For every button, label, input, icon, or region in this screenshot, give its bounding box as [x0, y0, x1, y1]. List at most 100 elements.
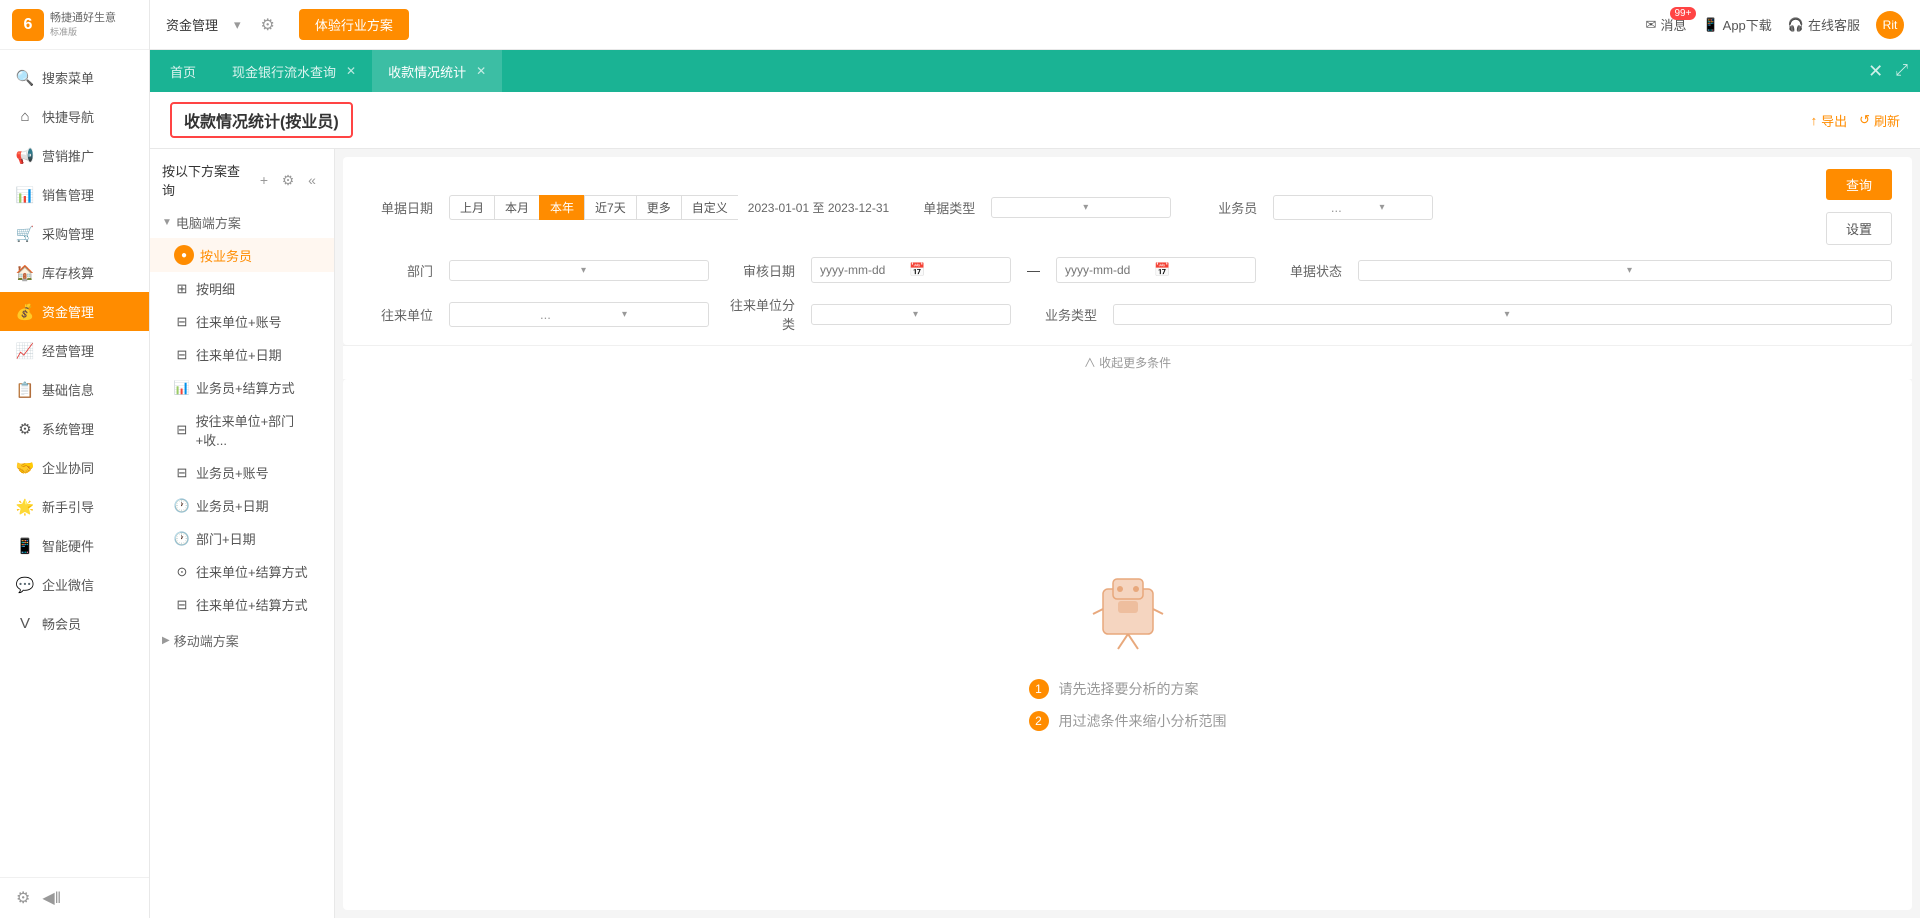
step-2-number: 2	[1029, 711, 1049, 731]
purchase-icon: 🛒	[16, 225, 34, 243]
export-icon: ↑	[1811, 113, 1818, 128]
date-tab-more[interactable]: 更多	[636, 195, 681, 220]
date-tab-7days[interactable]: 近7天	[584, 195, 636, 220]
date-tab-this-month[interactable]: 本月	[494, 195, 539, 220]
sidebar-item-operations-label: 经营管理	[42, 341, 94, 360]
scheme-item-staff-date[interactable]: 🕐 业务员+日期	[150, 489, 334, 522]
doc-type-select[interactable]: ▾	[991, 197, 1171, 218]
tabbar-expand[interactable]: ⤢	[1895, 62, 1908, 80]
tab-receipt-stats-label: 收款情况统计	[388, 62, 466, 81]
partner-more-icon[interactable]: ...	[540, 307, 618, 322]
collapse-label: ∧ 收起更多条件	[1084, 356, 1171, 370]
tab-receipt-stats-close[interactable]: ✕	[476, 64, 486, 78]
scheme-item-detail[interactable]: ⊞ 按明细	[150, 272, 334, 305]
filter-row-3: 往来单位 ... ▾ 往来单位分类 ▾ 业务类型	[363, 295, 1892, 333]
doc-status-select[interactable]: ▾	[1358, 260, 1892, 281]
scheme-title: 按以下方案查询	[162, 161, 248, 199]
tab-bank-flow[interactable]: 现金银行流水查询 ✕	[216, 50, 372, 92]
staff-label: 业务员	[1187, 198, 1257, 217]
sidebar-item-hardware[interactable]: 📱 智能硬件	[0, 526, 149, 565]
partner-label: 往来单位	[363, 305, 433, 324]
collapse-sidebar-icon[interactable]: ◀‖	[42, 888, 61, 908]
scheme-item-partner-account[interactable]: ⊟ 往来单位+账号	[150, 305, 334, 338]
review-date-start-input[interactable]	[820, 263, 905, 277]
sidebar-item-member[interactable]: V 畅会员	[0, 604, 149, 643]
staff-more-icon[interactable]: ...	[1331, 200, 1376, 215]
refresh-button[interactable]: ↺ 刷新	[1859, 111, 1900, 130]
calendar-end-icon[interactable]: 📅	[1154, 262, 1170, 278]
scheme-partner-account-icon: ⊟	[174, 314, 190, 330]
sidebar-item-purchase[interactable]: 🛒 采购管理	[0, 214, 149, 253]
partner-category-select[interactable]: ▾	[811, 304, 1011, 325]
scheme-group-mobile-title[interactable]: ▶ 移动端方案	[150, 625, 334, 656]
scheme-group-desktop-title[interactable]: ▼ 电脑端方案	[150, 207, 334, 238]
topbar-right: ✉ 消息 99+ 📱 App下载 🎧 在线客服 Rit	[1646, 11, 1904, 39]
sidebar-item-funds[interactable]: 💰 资金管理	[0, 292, 149, 331]
topbar-user[interactable]: Rit	[1876, 11, 1904, 39]
settings-bottom-icon[interactable]: ⚙	[16, 888, 30, 908]
query-button[interactable]: 查询	[1826, 169, 1892, 200]
scheme-item-partner-date[interactable]: ⊟ 往来单位+日期	[150, 338, 334, 371]
dept-select[interactable]: ▾	[449, 260, 709, 281]
scheme-item-partner-settle1[interactable]: ⊙ 往来单位+结算方式	[150, 555, 334, 588]
sidebar-item-operations[interactable]: 📈 经营管理	[0, 331, 149, 370]
sidebar-item-sales[interactable]: 📊 销售管理	[0, 175, 149, 214]
partner-arrow-icon: ▾	[622, 309, 700, 320]
scheme-partner-date-icon: ⊟	[174, 347, 190, 363]
empty-state: 1 请先选择要分析的方案 2 用过滤条件来缩小分析范围	[343, 379, 1912, 910]
topbar-app-download[interactable]: 📱 App下载	[1702, 15, 1771, 34]
scheme-item-staff-account[interactable]: ⊟ 业务员+账号	[150, 456, 334, 489]
sidebar-item-marketing[interactable]: 📢 营销推广	[0, 136, 149, 175]
review-date-end-input[interactable]	[1065, 263, 1150, 277]
tab-receipt-stats[interactable]: 收款情况统计 ✕	[372, 50, 502, 92]
sidebar-item-quicknav[interactable]: ⌂ 快捷导航	[0, 97, 149, 136]
sidebar-item-wechat[interactable]: 💬 企业微信	[0, 565, 149, 604]
home-icon: ⌂	[16, 108, 34, 126]
scheme-partner-dept-icon: ⊟	[174, 422, 190, 438]
topbar-gear-icon[interactable]: ⚙	[261, 15, 275, 35]
review-date-picker-start[interactable]: 📅	[811, 257, 1011, 283]
scheme-item-dept-date[interactable]: 🕐 部门+日期	[150, 522, 334, 555]
scheme-item-partner-dept[interactable]: ⊟ 按往来单位+部门+收...	[150, 404, 334, 456]
scheme-settings-button[interactable]: ⚙	[278, 170, 298, 190]
export-button[interactable]: ↑ 导出	[1811, 111, 1848, 130]
topbar-online-service[interactable]: 🎧 在线客服	[1788, 15, 1860, 34]
scheme-collapse-button[interactable]: «	[302, 170, 322, 190]
tab-bank-flow-label: 现金银行流水查询	[232, 62, 336, 81]
topbar-message[interactable]: ✉ 消息 99+	[1646, 15, 1687, 34]
member-icon: V	[16, 615, 34, 633]
review-date-picker-end[interactable]: 📅	[1056, 257, 1256, 283]
topbar: 资金管理 ▾ ⚙ 体验行业方案 ✉ 消息 99+ 📱 App下载 🎧 在线客服	[150, 0, 1920, 50]
topbar-cta-button[interactable]: 体验行业方案	[299, 9, 409, 40]
sidebar-item-guide[interactable]: 🌟 新手引导	[0, 487, 149, 526]
date-tab-this-year[interactable]: 本年	[539, 195, 584, 220]
tab-home[interactable]: 首页	[150, 50, 216, 92]
sidebar-item-member-label: 畅会员	[42, 614, 81, 633]
tabbar-close-all[interactable]: ✕	[1868, 61, 1883, 82]
biz-type-label: 业务类型	[1027, 305, 1097, 324]
sidebar-item-sysadmin[interactable]: ⚙ 系统管理	[0, 409, 149, 448]
scheme-item-partner-settle2[interactable]: ⊟ 往来单位+结算方式	[150, 588, 334, 621]
topbar-dropdown-icon[interactable]: ▾	[234, 17, 241, 33]
sidebar-item-basicinfo[interactable]: 📋 基础信息	[0, 370, 149, 409]
date-tab-custom[interactable]: 自定义	[681, 195, 738, 220]
setting-button[interactable]: 设置	[1826, 212, 1892, 245]
collapse-bar[interactable]: ∧ 收起更多条件	[343, 345, 1912, 379]
refresh-icon: ↺	[1859, 112, 1870, 128]
partner-select[interactable]: ... ▾	[449, 302, 709, 327]
sidebar-item-inventory[interactable]: 🏠 库存核算	[0, 253, 149, 292]
review-date-label: 审核日期	[725, 261, 795, 280]
sidebar-item-enterprise[interactable]: 🤝 企业协同	[0, 448, 149, 487]
scheme-item-staff-settlement[interactable]: 📊 业务员+结算方式	[150, 371, 334, 404]
scheme-item-partner-date-label: 往来单位+日期	[196, 345, 282, 364]
logo-icon: 6	[12, 9, 44, 41]
calendar-start-icon[interactable]: 📅	[909, 262, 925, 278]
staff-select[interactable]: ... ▾	[1273, 195, 1433, 220]
date-tab-last-month[interactable]: 上月	[449, 195, 494, 220]
sidebar-item-sysadmin-label: 系统管理	[42, 419, 94, 438]
biz-type-select[interactable]: ▾	[1113, 304, 1892, 325]
scheme-item-by-staff[interactable]: ● 按业务员	[150, 238, 334, 272]
tab-bank-flow-close[interactable]: ✕	[346, 64, 356, 78]
scheme-add-button[interactable]: +	[254, 170, 274, 190]
sidebar-item-search[interactable]: 🔍 搜索菜单	[0, 58, 149, 97]
